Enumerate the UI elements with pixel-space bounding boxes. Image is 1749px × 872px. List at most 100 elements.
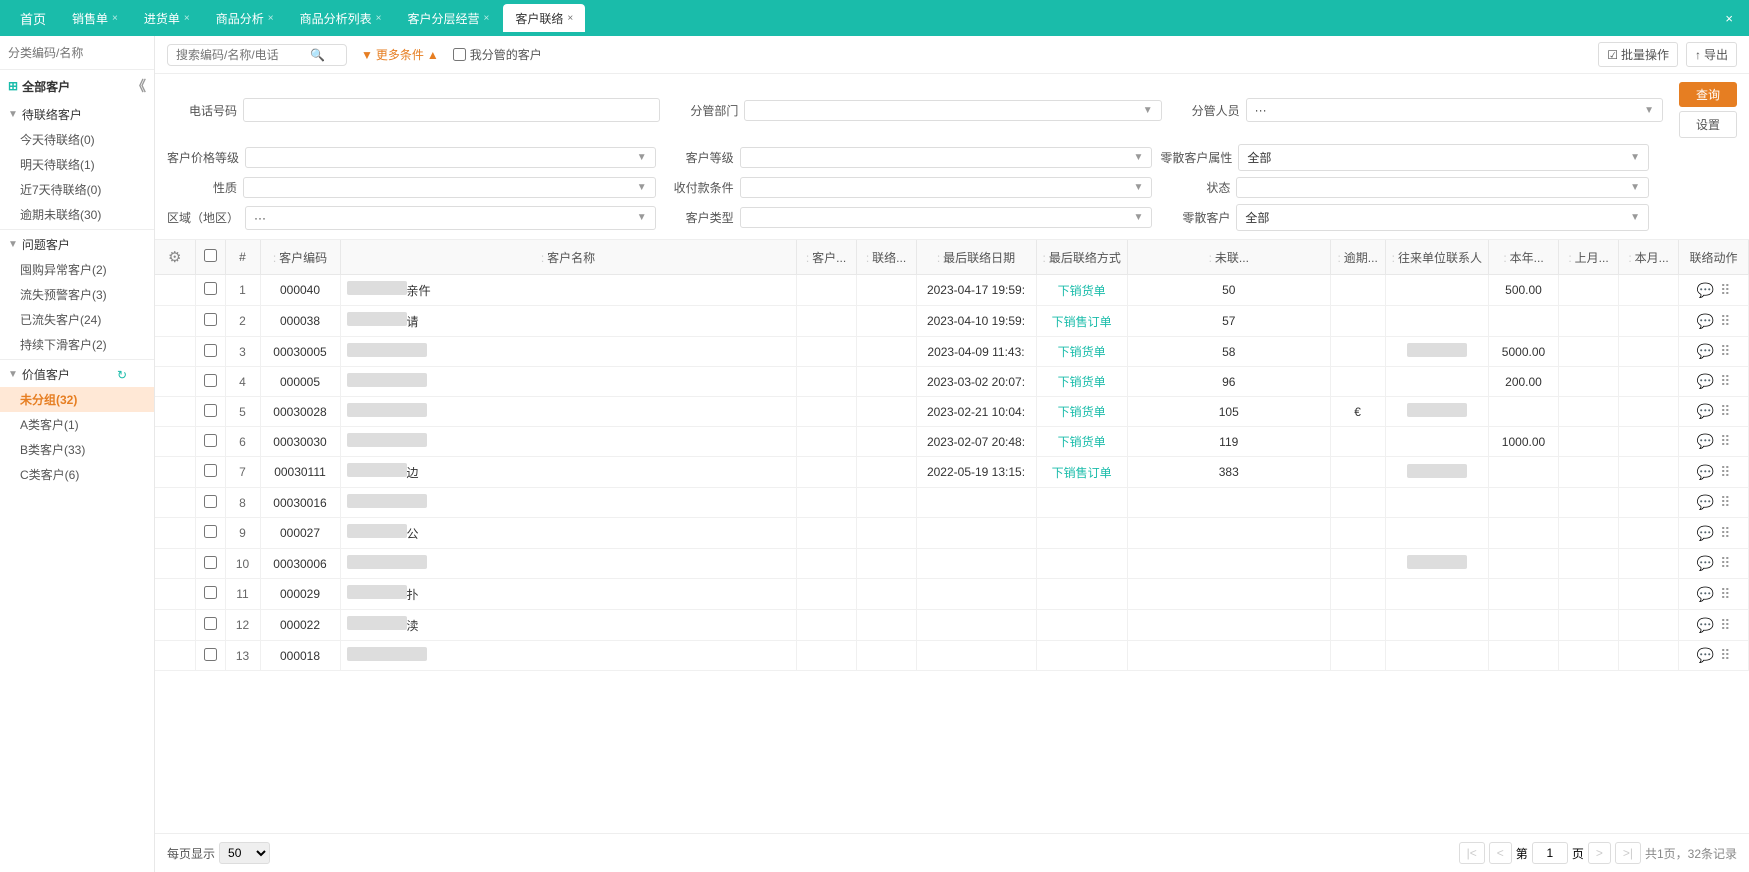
filter-manager-select[interactable]: ··· ▼ [1246,98,1663,122]
chat-icon[interactable]: 💬 [1697,403,1714,420]
row-last-method[interactable]: 下销售订单 [1036,306,1127,337]
row-last-method[interactable] [1036,641,1127,671]
reload-icon[interactable]: ↻ [117,368,127,382]
row-checkbox[interactable] [204,495,217,508]
row-checkbox[interactable] [204,556,217,569]
row-last-method[interactable] [1036,488,1127,518]
tab-sales[interactable]: 销售单 × [60,4,130,32]
row-last-method[interactable]: 下销售订单 [1036,457,1127,488]
chat-icon[interactable]: 💬 [1697,343,1714,360]
more-icon[interactable]: ⠿ [1720,586,1730,603]
row-checkbox[interactable] [204,464,217,477]
filter-more-btn[interactable]: ▼ 更多条件 ▲ [355,43,445,66]
tab-product-analysis[interactable]: 商品分析 × [204,4,286,32]
row-checkbox-cell[interactable] [195,427,225,457]
close-all-btn[interactable]: × [1717,11,1741,26]
row-checkbox[interactable] [204,344,217,357]
sidebar-group-pending-contact[interactable]: ▼ 待联络客户 [0,102,154,127]
filter-phone-input[interactable] [243,98,660,122]
chat-icon[interactable]: 💬 [1697,313,1714,330]
row-checkbox-cell[interactable] [195,641,225,671]
filter-status-select[interactable]: ▼ [1236,177,1649,198]
toolbar-search-icon[interactable]: 🔍 [310,48,325,62]
more-icon[interactable]: ⠿ [1720,494,1730,511]
chat-icon[interactable]: 💬 [1697,494,1714,511]
more-icon[interactable]: ⠿ [1720,617,1730,634]
last-method-link[interactable]: 下销售订单 [1052,315,1112,329]
last-method-link[interactable]: 下销货单 [1058,435,1106,449]
row-checkbox[interactable] [204,282,217,295]
row-last-method[interactable] [1036,518,1127,549]
close-product-analysis-list-tab[interactable]: × [376,13,382,24]
batch-ops-btn[interactable]: ☑ 批量操作 [1598,42,1678,67]
last-method-link[interactable]: 下销货单 [1058,284,1106,298]
filter-customer-level-select[interactable]: ▼ [740,147,1153,168]
next-page-btn[interactable]: > [1588,842,1611,864]
row-checkbox[interactable] [204,434,217,447]
th-last-method[interactable]: 最后联络方式 [1036,240,1127,275]
chat-icon[interactable]: 💬 [1697,464,1714,481]
filter-scatter-attr-select[interactable]: 全部 ▼ [1238,144,1649,171]
th-type[interactable]: 客户... [796,240,856,275]
close-customer-contact-tab[interactable]: × [567,13,573,24]
more-icon[interactable]: ⠿ [1720,433,1730,450]
row-checkbox[interactable] [204,404,217,417]
reset-btn[interactable]: 设置 [1679,111,1737,138]
row-checkbox[interactable] [204,525,217,538]
prev-page-btn[interactable]: < [1489,842,1512,864]
more-icon[interactable]: ⠿ [1720,313,1730,330]
row-checkbox[interactable] [204,586,217,599]
row-last-method[interactable] [1036,579,1127,610]
row-checkbox[interactable] [204,313,217,326]
more-icon[interactable]: ⠿ [1720,403,1730,420]
row-checkbox-cell[interactable] [195,518,225,549]
sidebar-item-declining[interactable]: 持续下滑客户(2) [0,332,154,357]
chat-icon[interactable]: 💬 [1697,525,1714,542]
sidebar-item-group-c[interactable]: C类客户(6) [0,462,154,487]
row-last-method[interactable]: 下销货单 [1036,367,1127,397]
last-method-link[interactable]: 下销货单 [1058,405,1106,419]
more-icon[interactable]: ⠿ [1720,555,1730,572]
sidebar-item-today[interactable]: 今天待联络(0) [0,127,154,152]
page-size-select[interactable]: 50 100 200 [219,842,270,864]
th-code[interactable]: 客户编码 [260,240,340,275]
nav-home[interactable]: 首页 [8,9,58,28]
row-checkbox-cell[interactable] [195,397,225,427]
close-sales-tab[interactable]: × [112,13,118,24]
more-icon[interactable]: ⠿ [1720,373,1730,390]
row-checkbox[interactable] [204,374,217,387]
more-icon[interactable]: ⠿ [1720,282,1730,299]
sidebar-item-unclassified[interactable]: 未分组(32) [0,387,154,412]
sidebar-search-input[interactable] [8,46,155,60]
filter-payment-select[interactable]: ▼ [740,177,1153,198]
last-method-link[interactable]: 下销货单 [1058,375,1106,389]
more-icon[interactable]: ⠿ [1720,525,1730,542]
chat-icon[interactable]: 💬 [1697,282,1714,299]
row-checkbox-cell[interactable] [195,306,225,337]
last-method-link[interactable]: 下销售订单 [1052,466,1112,480]
filter-region-select[interactable]: ··· ▼ [245,206,656,230]
row-last-method[interactable] [1036,549,1127,579]
more-icon[interactable]: ⠿ [1720,343,1730,360]
filter-customer-type-select[interactable]: ▼ [740,207,1153,228]
close-product-analysis-tab[interactable]: × [268,13,274,24]
th-name[interactable]: 客户名称 [340,240,796,275]
tab-product-analysis-list[interactable]: 商品分析列表 × [288,4,394,32]
sidebar-item-churn-risk[interactable]: 流失预警客户(3) [0,282,154,307]
chat-icon[interactable]: 💬 [1697,555,1714,572]
chat-icon[interactable]: 💬 [1697,647,1714,664]
row-last-method[interactable]: 下销货单 [1036,337,1127,367]
chat-icon[interactable]: 💬 [1697,586,1714,603]
sidebar-item-group-a[interactable]: A类客户(1) [0,412,154,437]
current-page-input[interactable] [1532,842,1568,864]
filter-price-level-select[interactable]: ▼ [245,147,656,168]
row-checkbox-cell[interactable] [195,337,225,367]
toolbar-search-input[interactable] [176,48,306,62]
my-customers-check[interactable] [453,48,466,61]
th-settings[interactable]: ⚙ [155,240,195,275]
row-checkbox[interactable] [204,648,217,661]
my-customers-checkbox[interactable]: 我分管的客户 [453,46,542,63]
tab-purchase[interactable]: 进货单 × [132,4,202,32]
row-last-method[interactable] [1036,610,1127,641]
row-checkbox-cell[interactable] [195,457,225,488]
